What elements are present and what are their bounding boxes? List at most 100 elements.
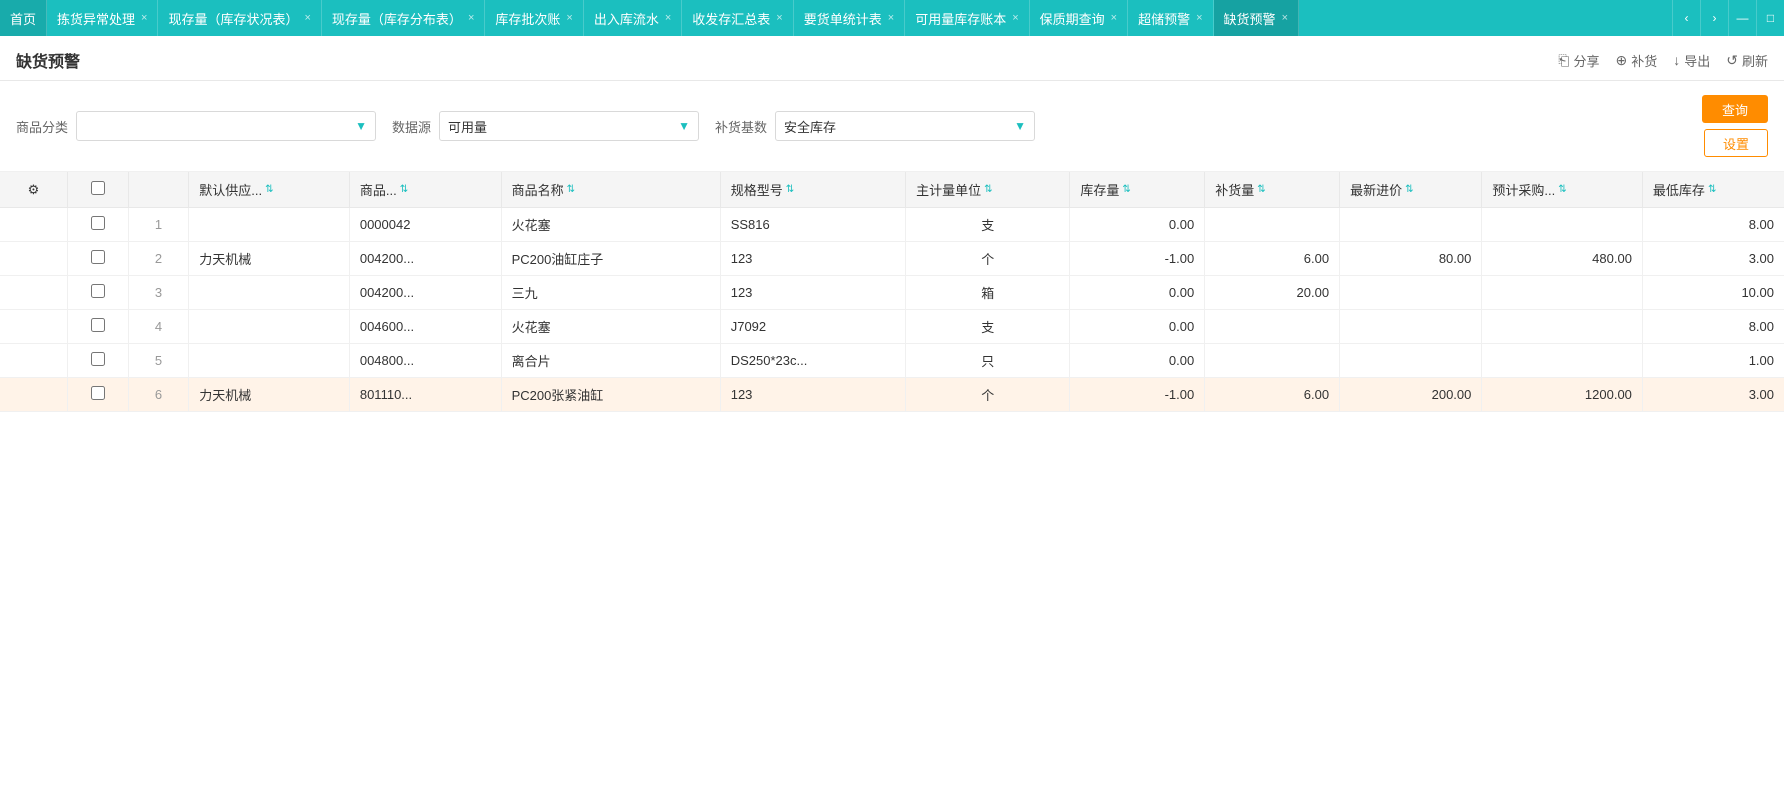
th-checkbox[interactable] <box>67 172 128 208</box>
row-replenish <box>1205 208 1340 242</box>
page-title: 缺货预警 <box>16 48 1558 72</box>
select-all-checkbox[interactable] <box>91 181 105 195</box>
row-checkbox[interactable] <box>91 352 105 366</box>
row-spec: J7092 <box>720 310 905 344</box>
query-button[interactable]: 查询 <box>1702 95 1768 123</box>
nav-tab-11[interactable]: 缺货预警 × <box>1214 0 1299 36</box>
datasource-select-value: 可用量 <box>448 117 674 136</box>
filter-actions: 查询 设置 <box>1702 95 1768 157</box>
nav-tab-5[interactable]: 出入库流水 × <box>584 0 682 36</box>
replenish-base-label: 补货基数 <box>715 117 767 136</box>
th-unit[interactable]: 主计量单位 ⇅ <box>906 172 1070 208</box>
close-tab-7-icon[interactable]: × <box>888 12 894 24</box>
row-checkbox[interactable] <box>91 216 105 230</box>
row-latest-price: 200.00 <box>1340 378 1482 412</box>
supplier-sort-icon: ⇅ <box>265 184 273 195</box>
row-settings-cell <box>0 344 67 378</box>
close-tab-8-icon[interactable]: × <box>1012 12 1018 24</box>
row-name: 火花塞 <box>501 208 720 242</box>
nav-tab-2[interactable]: 现存量（库存状况表） × <box>158 0 321 36</box>
close-tab-11-icon[interactable]: × <box>1282 12 1288 24</box>
datasource-select[interactable]: 可用量 ▼ <box>439 111 699 141</box>
row-checkbox[interactable] <box>91 386 105 400</box>
th-spec[interactable]: 规格型号 ⇅ <box>720 172 905 208</box>
row-unit: 只 <box>906 344 1070 378</box>
th-min-stock[interactable]: 最低库存 ⇅ <box>1642 172 1784 208</box>
row-checkbox-cell[interactable] <box>67 276 128 310</box>
row-spec: 123 <box>720 242 905 276</box>
nav-tab-11-label: 缺货预警 <box>1224 9 1276 28</box>
replenish-base-value: 安全库存 <box>784 117 1010 136</box>
row-checkbox[interactable] <box>91 250 105 264</box>
row-spec: 123 <box>720 378 905 412</box>
th-latest-price[interactable]: 最新进价 ⇅ <box>1340 172 1482 208</box>
row-checkbox-cell[interactable] <box>67 310 128 344</box>
row-forecast-purchase: 1200.00 <box>1482 378 1643 412</box>
share-button[interactable]: ⎗ 分享 <box>1558 51 1599 70</box>
th-supplier-label: 默认供应... <box>199 180 262 199</box>
close-tab-9-icon[interactable]: × <box>1111 12 1117 24</box>
nav-tab-4[interactable]: 库存批次账 × <box>485 0 583 36</box>
row-checkbox[interactable] <box>91 318 105 332</box>
nav-arrows: ‹ › — □ <box>1672 0 1784 36</box>
row-checkbox-cell[interactable] <box>67 344 128 378</box>
nav-tab-3[interactable]: 现存量（库存分布表） × <box>322 0 485 36</box>
row-checkbox-cell[interactable] <box>67 378 128 412</box>
export-button[interactable]: ↓ 导出 <box>1673 51 1710 70</box>
datasource-label: 数据源 <box>392 117 431 136</box>
row-spec: 123 <box>720 276 905 310</box>
nav-prev-button[interactable]: ‹ <box>1672 0 1700 36</box>
row-settings-cell <box>0 242 67 276</box>
th-name[interactable]: 商品名称 ⇅ <box>501 172 720 208</box>
replenish-button[interactable]: ⊕ 补货 <box>1615 51 1657 70</box>
th-settings[interactable]: ⚙ <box>0 172 67 208</box>
row-forecast-purchase: 480.00 <box>1482 242 1643 276</box>
row-checkbox-cell[interactable] <box>67 208 128 242</box>
row-replenish <box>1205 344 1340 378</box>
th-stock[interactable]: 库存量 ⇅ <box>1070 172 1205 208</box>
close-tab-3-icon[interactable]: × <box>468 12 474 24</box>
row-stock: 0.00 <box>1070 310 1205 344</box>
close-tab-10-icon[interactable]: × <box>1196 12 1202 24</box>
row-name: PC200张紧油缸 <box>501 378 720 412</box>
th-replenish[interactable]: 补货量 ⇅ <box>1205 172 1340 208</box>
table-header-row: ⚙ 默认供应... ⇅ 商品... <box>0 172 1784 208</box>
nav-tab-home[interactable]: 首页 <box>0 0 47 36</box>
th-forecast[interactable]: 预计采购... ⇅ <box>1482 172 1643 208</box>
window-maximize-button[interactable]: □ <box>1756 0 1784 36</box>
close-tab-6-icon[interactable]: × <box>776 12 782 24</box>
nav-tab-7[interactable]: 要货单统计表 × <box>794 0 905 36</box>
close-tab-5-icon[interactable]: × <box>665 12 671 24</box>
window-minimize-button[interactable]: — <box>1728 0 1756 36</box>
nav-tab-10[interactable]: 超储预警 × <box>1128 0 1213 36</box>
close-tab-2-icon[interactable]: × <box>304 12 310 24</box>
category-select[interactable]: ▼ <box>76 111 376 141</box>
nav-tab-6[interactable]: 收发存汇总表 × <box>682 0 793 36</box>
refresh-button[interactable]: ↺ 刷新 <box>1726 51 1768 70</box>
nav-next-button[interactable]: › <box>1700 0 1728 36</box>
replenish-base-select[interactable]: 安全库存 ▼ <box>775 111 1035 141</box>
th-code[interactable]: 商品... ⇅ <box>349 172 501 208</box>
th-spec-label: 规格型号 <box>731 180 783 199</box>
nav-tab-9[interactable]: 保质期查询 × <box>1030 0 1128 36</box>
replenish-dropdown-icon: ▼ <box>1014 119 1026 133</box>
nav-tab-1[interactable]: 拣货异常处理 × <box>47 0 158 36</box>
row-latest-price <box>1340 310 1482 344</box>
th-code-label: 商品... <box>360 180 397 199</box>
row-checkbox-cell[interactable] <box>67 242 128 276</box>
nav-tab-3-label: 现存量（库存分布表） <box>332 9 462 28</box>
nav-tab-8[interactable]: 可用量库存账本 × <box>905 0 1029 36</box>
nav-tab-4-label: 库存批次账 <box>495 9 560 28</box>
th-supplier[interactable]: 默认供应... ⇅ <box>189 172 350 208</box>
table-row: 3 004200... 三九 123 箱 0.00 20.00 10.00 <box>0 276 1784 310</box>
close-tab-1-icon[interactable]: × <box>141 12 147 24</box>
settings-button[interactable]: 设置 <box>1704 129 1768 157</box>
row-code: 004600... <box>349 310 501 344</box>
table-row: 2 力天机械 004200... PC200油缸庄子 123 个 -1.00 6… <box>0 242 1784 276</box>
close-tab-4-icon[interactable]: × <box>566 12 572 24</box>
nav-tab-8-label: 可用量库存账本 <box>915 9 1006 28</box>
nav-tab-2-label: 现存量（库存状况表） <box>168 9 298 28</box>
row-checkbox[interactable] <box>91 284 105 298</box>
th-stock-label: 库存量 <box>1080 180 1119 199</box>
row-code: 801110... <box>349 378 501 412</box>
